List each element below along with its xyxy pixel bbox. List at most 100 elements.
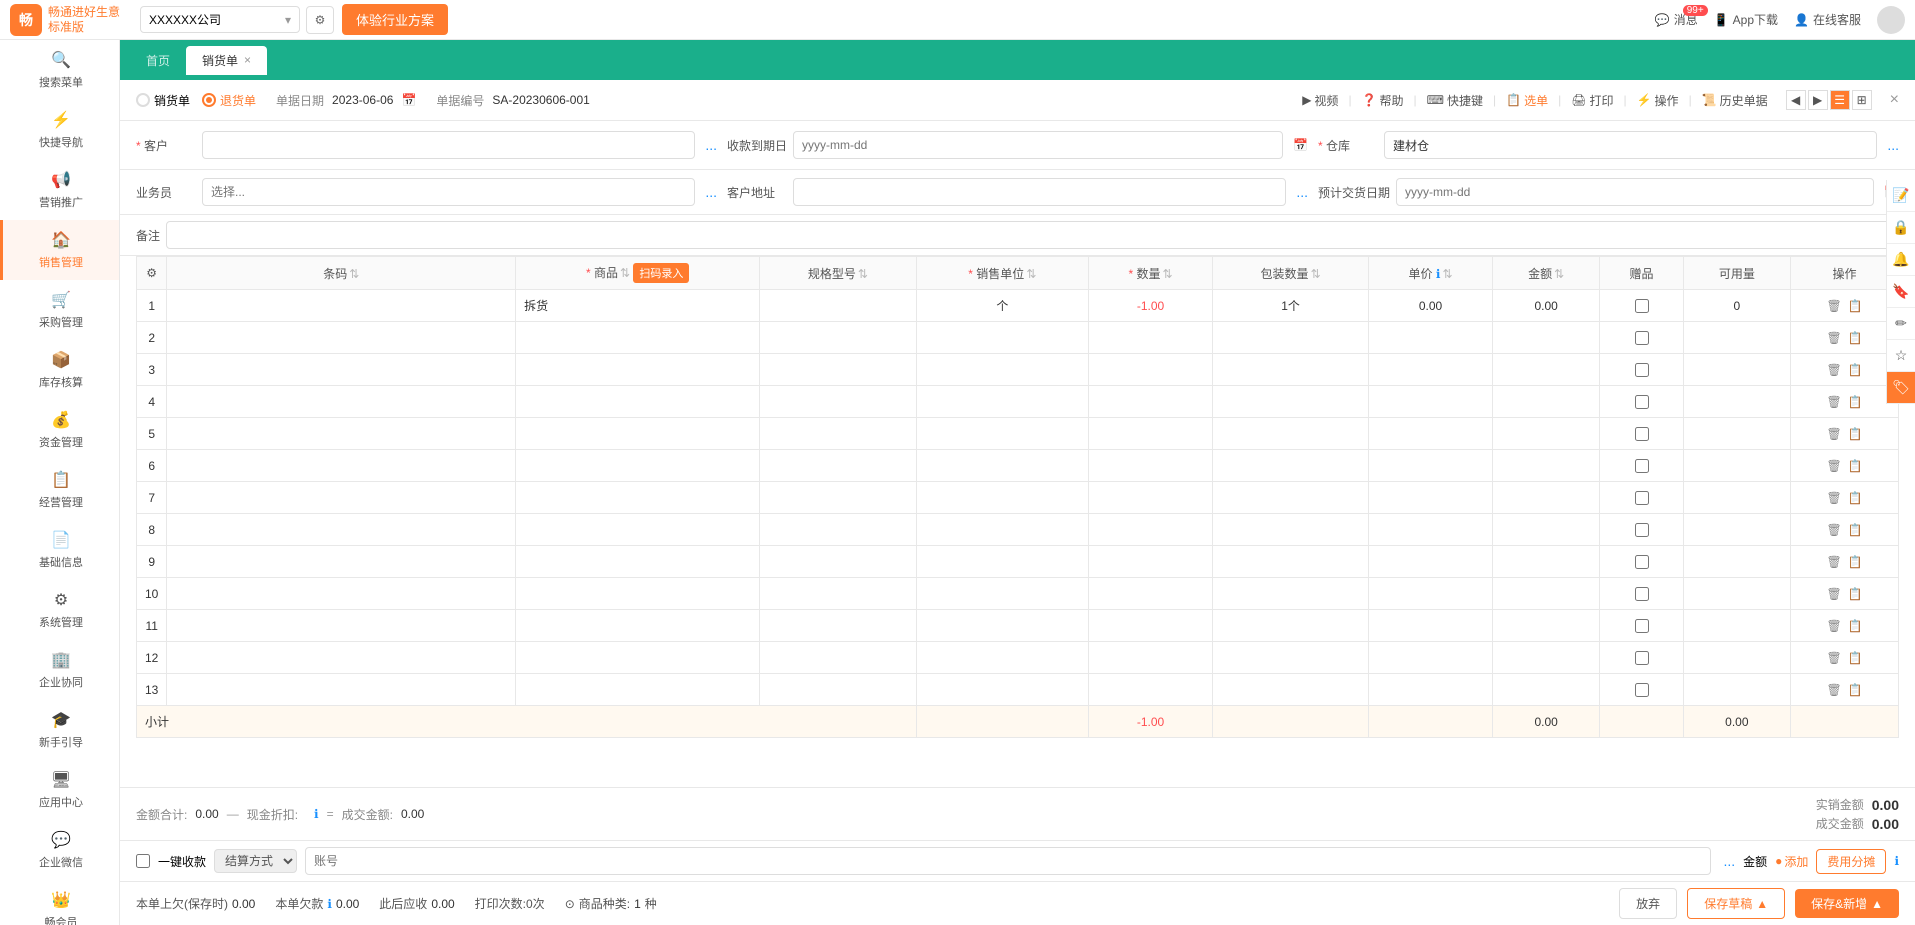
add-payment-button[interactable]: ● 添加 [1775,853,1808,870]
row-spec-12[interactable] [760,674,916,706]
list-view-button[interactable]: ☰ [1830,90,1850,110]
row-product-6[interactable] [516,482,760,514]
row-unit-price-5[interactable] [1369,450,1493,482]
sidebar-item-marketing[interactable]: 📢 营销推广 [0,160,119,220]
row-product-8[interactable] [516,546,760,578]
row-barcode-2[interactable] [167,354,516,386]
row-spec-1[interactable] [760,322,916,354]
sales-order-radio[interactable]: 销货单 [136,92,190,109]
row-qty-1[interactable] [1089,322,1213,354]
row-product-10[interactable] [516,610,760,642]
row-product-12[interactable] [516,674,760,706]
help-action[interactable]: ❓ 帮助 [1362,92,1404,109]
sidebar-item-sales[interactable]: 🏠 销售管理 [0,220,119,280]
shortcut-action[interactable]: ⌨ 快捷键 [1427,92,1483,109]
expense-info-icon[interactable]: ℹ [1894,854,1899,868]
row-qty-11[interactable] [1089,642,1213,674]
row-spec-7[interactable] [760,514,916,546]
row-gift-10[interactable] [1600,610,1683,642]
row-qty-8[interactable] [1089,546,1213,578]
tab-sales-order[interactable]: 销货单 × [186,46,267,75]
row-product-2[interactable] [516,354,760,386]
delete-row-icon[interactable]: 🗑 [1826,523,1841,537]
right-panel-star-icon[interactable]: ☆ [1887,340,1915,372]
close-form-button[interactable]: × [1890,91,1899,109]
app-download-button[interactable]: 📱 App下载 [1714,11,1778,28]
sidebar-item-purchase[interactable]: 🛒 采购管理 [0,280,119,340]
sidebar-item-guide[interactable]: 🎓 新手引导 [0,700,119,760]
row-barcode-7[interactable] [167,514,516,546]
row-product-11[interactable] [516,642,760,674]
delete-row-icon[interactable]: 🗑 [1826,491,1841,505]
customer-input[interactable] [202,131,695,159]
row-barcode-4[interactable] [167,418,516,450]
copy-row-icon[interactable]: 📋 [1848,619,1863,633]
row-barcode-10[interactable] [167,610,516,642]
salesperson-dots[interactable]: ... [705,184,717,200]
row-gift-3[interactable] [1600,386,1683,418]
row-gift-11[interactable] [1600,642,1683,674]
copy-row-icon[interactable]: 📋 [1848,651,1863,665]
row-spec-5[interactable] [760,450,916,482]
pack-sort-icon[interactable]: ⇅ [1311,267,1321,281]
price-sort-icon[interactable]: ⇅ [1442,267,1452,281]
row-qty-7[interactable] [1089,514,1213,546]
copy-row-icon[interactable]: 📋 [1848,587,1863,601]
settings-gear-button[interactable]: ⚙ [306,6,334,34]
remark-input[interactable] [166,221,1899,249]
row-gift-8[interactable] [1600,546,1683,578]
trial-button[interactable]: 体验行业方案 [342,4,448,35]
row-unit-price-11[interactable] [1369,642,1493,674]
copy-row-icon[interactable]: 📋 [1848,363,1863,377]
sidebar-item-wechat[interactable]: 💬 企业微信 [0,820,119,880]
grid-view-button[interactable]: ⊞ [1852,90,1872,110]
row-product-5[interactable] [516,450,760,482]
right-panel-tag-icon[interactable]: 🏷 [1887,372,1915,404]
save-new-button[interactable]: 保存&新增 ▲ [1795,889,1899,918]
discount-info-icon[interactable]: ℹ [314,807,319,821]
delete-row-icon[interactable]: 🗑 [1826,331,1841,345]
account-input[interactable] [305,847,1711,875]
history-action[interactable]: 📜 历史单据 [1702,92,1768,109]
copy-row-icon[interactable]: 📋 [1848,683,1863,697]
row-spec-10[interactable] [760,610,916,642]
tab-close-icon[interactable]: × [244,53,251,67]
save-draft-button[interactable]: 保存草稿 ▲ [1687,888,1785,919]
next-record-button[interactable]: ▶ [1808,90,1828,110]
discard-button[interactable]: 放弃 [1619,888,1677,919]
row-barcode-8[interactable] [167,546,516,578]
row-unit-price-2[interactable] [1369,354,1493,386]
row-product-7[interactable] [516,514,760,546]
row-qty-12[interactable] [1089,674,1213,706]
row-unit-price-10[interactable] [1369,610,1493,642]
row-product-0[interactable]: 拆货 [516,290,760,322]
row-barcode-1[interactable] [167,322,516,354]
one-click-payment-checkbox[interactable] [136,854,150,868]
row-barcode-3[interactable] [167,386,516,418]
row-qty-3[interactable] [1089,386,1213,418]
col-settings[interactable]: ⚙ [137,257,167,290]
copy-row-icon[interactable]: 📋 [1848,395,1863,409]
calendar-payment-icon[interactable]: 📅 [1293,138,1308,152]
row-product-1[interactable] [516,322,760,354]
tab-home[interactable]: 首页 [130,46,186,75]
row-gift-2[interactable] [1600,354,1683,386]
warehouse-dots[interactable]: ... [1887,137,1899,153]
sidebar-item-inventory[interactable]: 📦 库存核算 [0,340,119,400]
row-gift-0[interactable] [1600,290,1683,322]
row-spec-4[interactable] [760,418,916,450]
barcode-sort-icon[interactable]: ⇅ [349,267,359,281]
delete-row-icon[interactable]: 🗑 [1826,427,1841,441]
row-product-9[interactable] [516,578,760,610]
expense-split-button[interactable]: 费用分摊 [1816,849,1886,874]
right-panel-note-icon[interactable]: 📝 [1887,180,1915,212]
row-barcode-11[interactable] [167,642,516,674]
salesperson-input[interactable] [202,178,695,206]
row-gift-9[interactable] [1600,578,1683,610]
row-unit-price-12[interactable] [1369,674,1493,706]
delete-row-icon[interactable]: 🗑 [1826,395,1841,409]
row-gift-12[interactable] [1600,674,1683,706]
return-order-radio[interactable]: 退货单 [202,92,256,109]
print-action[interactable]: 🖨 打印 [1571,92,1613,109]
row-gift-7[interactable] [1600,514,1683,546]
